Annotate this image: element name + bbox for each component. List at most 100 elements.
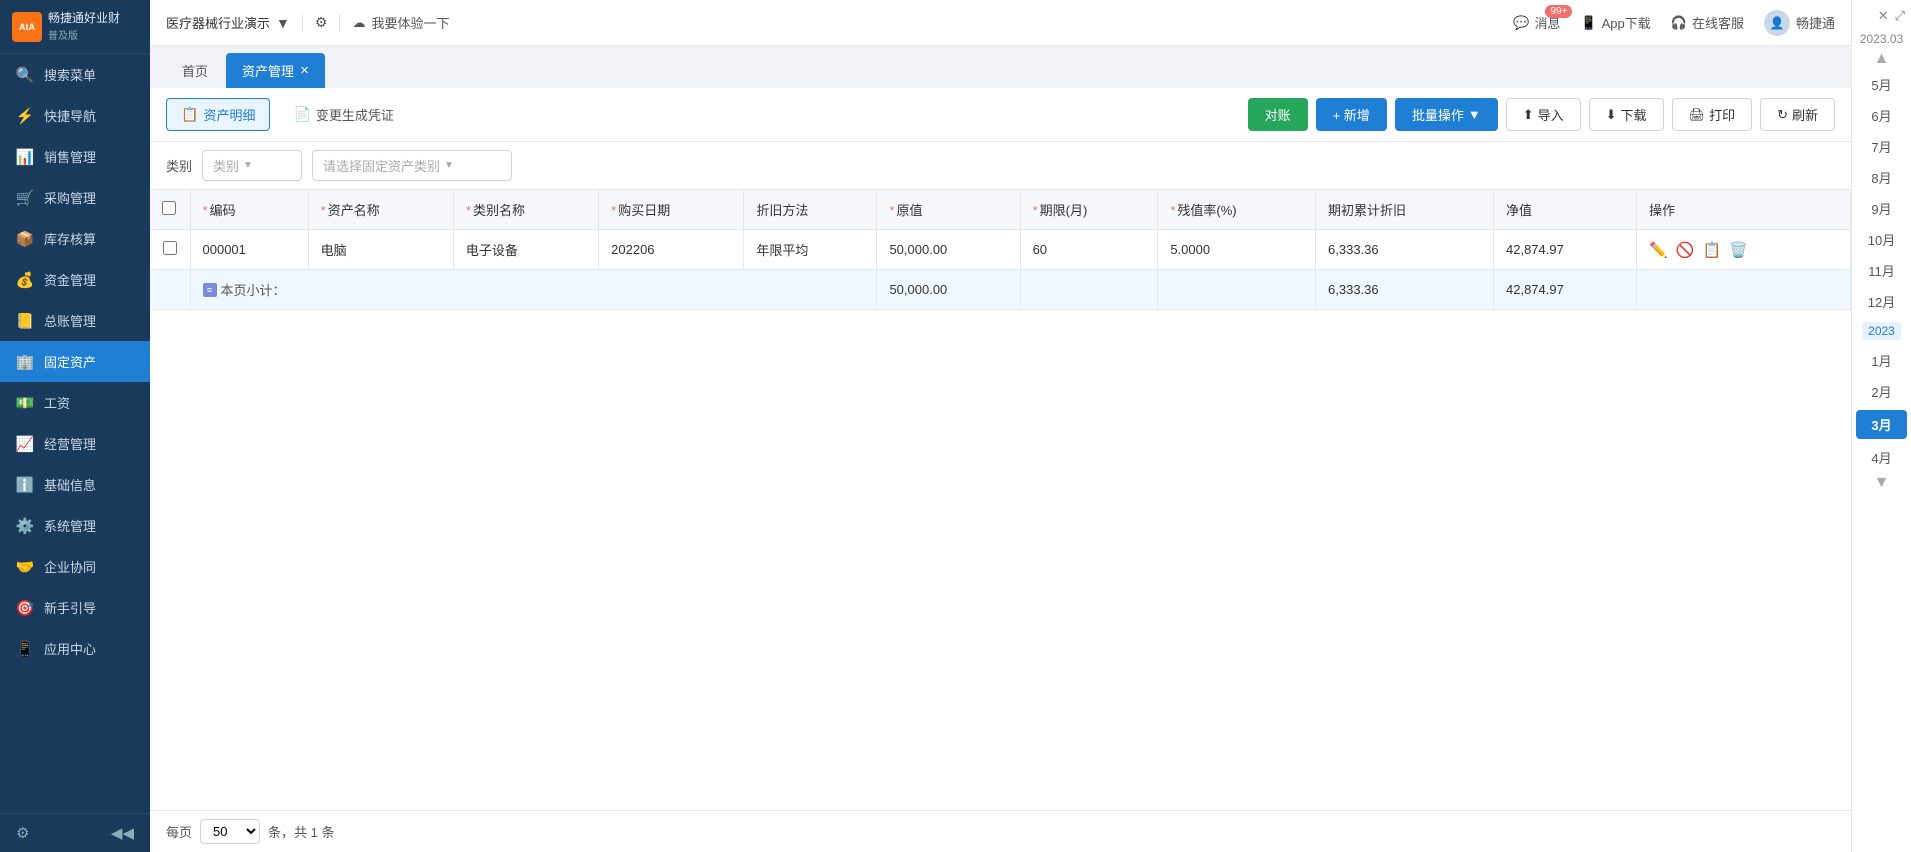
sidebar-item-label: 固定资产 <box>44 352 96 371</box>
sidebar-item-system[interactable]: ⚙️ 系统管理 <box>0 505 150 546</box>
sidebar-item-basic-info[interactable]: ℹ️ 基础信息 <box>0 464 150 505</box>
calendar-month-10[interactable]: 10月 <box>1852 225 1911 254</box>
calendar-month-9[interactable]: 9月 <box>1852 194 1911 223</box>
settings-icon[interactable]: ⚙ <box>16 824 29 842</box>
subtotal-label: 本页小计： <box>221 280 286 299</box>
sidebar-item-operations[interactable]: 📈 经营管理 <box>0 423 150 464</box>
sidebar-item-label: 工资 <box>44 393 70 412</box>
reconcile-button[interactable]: 对账 <box>1248 98 1308 131</box>
subtotal-label-cell: ≡ 本页小计： <box>190 270 877 310</box>
topbar-right: 💬 消息 99+ 📱 App下载 🎧 在线客服 👤 畅捷通 <box>1513 10 1835 36</box>
calendar-month-6[interactable]: 6月 <box>1852 101 1911 130</box>
row-net-value: 42,874.97 <box>1494 230 1637 270</box>
sidebar-item-label: 系统管理 <box>44 516 96 535</box>
download-button[interactable]: ⬇ 下载 <box>1589 98 1664 131</box>
category-select-placeholder: 类别 <box>213 156 239 175</box>
calendar-down-nav[interactable]: ▼ <box>1874 474 1890 492</box>
asset-table: *编码 *资产名称 *类别名称 *购买日期 折旧方法 *原值 *期限(月) *残… <box>150 190 1851 310</box>
close-panel-icon[interactable]: ✕ <box>1878 8 1889 24</box>
delete-icon[interactable]: 🗑️ <box>1729 241 1748 259</box>
table-container: *编码 *资产名称 *类别名称 *购买日期 折旧方法 *原值 *期限(月) *残… <box>150 190 1851 810</box>
enterprise-icon: 🤝 <box>16 558 34 576</box>
th-initial-depreciation: 期初累计折旧 <box>1316 190 1494 230</box>
calendar-month-12[interactable]: 12月 <box>1852 287 1911 316</box>
company-selector[interactable]: 医疗器械行业演示 ▼ <box>166 13 290 32</box>
logo-icon: AtA <box>12 12 42 42</box>
per-page-label: 每页 <box>166 822 192 841</box>
table-row: 000001 电脑 电子设备 202206 年限平均 50,000.00 60 … <box>150 230 1851 270</box>
gear-icon[interactable]: ⚙ <box>315 14 328 31</box>
per-page-select[interactable]: 50 100 200 <box>200 819 260 844</box>
collapse-icon[interactable]: ◀◀ <box>111 824 134 842</box>
sidebar-item-purchase[interactable]: 🛒 采购管理 <box>0 177 150 218</box>
category-select[interactable]: 类别 ▼ <box>202 150 302 181</box>
quicknav-icon: ⚡ <box>16 107 34 125</box>
calendar-month-1[interactable]: 1月 <box>1852 346 1911 375</box>
sidebar-item-label: 应用中心 <box>44 639 96 658</box>
sidebar-item-payroll[interactable]: 💵 工资 <box>0 382 150 423</box>
page-toolbar: 📋 资产明细 📄 变更生成凭证 对账 + 新增 批量操作 ▼ ⬆ <box>150 88 1851 142</box>
service-label: 在线客服 <box>1692 13 1744 32</box>
capital-icon: 💰 <box>16 271 34 289</box>
sub-tab-asset-detail[interactable]: 📋 资产明细 <box>166 98 270 131</box>
select-all-checkbox[interactable] <box>162 201 176 215</box>
experience-btn[interactable]: ☁ 我要体验一下 <box>352 13 449 32</box>
sidebar-item-enterprise[interactable]: 🤝 企业协同 <box>0 546 150 587</box>
username: 畅捷通 <box>1796 13 1835 32</box>
refresh-label: 刷新 <box>1792 105 1818 124</box>
calendar-month-7[interactable]: 7月 <box>1852 132 1911 161</box>
calendar-month-11[interactable]: 11月 <box>1852 256 1911 285</box>
input-chevron: ▼ <box>444 160 454 171</box>
sidebar-item-fixed-assets[interactable]: 🏢 固定资产 <box>0 341 150 382</box>
panel-controls: ✕ ⤢ <box>1852 8 1911 28</box>
sub-tab-change-voucher[interactable]: 📄 变更生成凭证 <box>278 98 408 131</box>
tabbar: 首页 资产管理 ✕ <box>150 46 1851 88</box>
tab-close-icon[interactable]: ✕ <box>300 64 309 77</box>
experience-label: 我要体验一下 <box>371 13 449 32</box>
select-chevron: ▼ <box>243 160 253 171</box>
tab-asset-management[interactable]: 资产管理 ✕ <box>226 53 325 88</box>
expand-panel-icon[interactable]: ⤢ <box>1895 8 1905 24</box>
th-category: *类别名称 <box>453 190 598 230</box>
messages-btn[interactable]: 💬 消息 99+ <box>1513 13 1560 32</box>
user-menu[interactable]: 👤 畅捷通 <box>1764 10 1835 36</box>
edit-icon[interactable]: ✏️ <box>1649 241 1668 259</box>
row-code: 000001 <box>190 230 308 270</box>
online-service-btn[interactable]: 🎧 在线客服 <box>1671 13 1744 32</box>
import-button[interactable]: ⬆ 导入 <box>1506 98 1581 131</box>
basic-info-icon: ℹ️ <box>16 476 34 494</box>
sales-icon: 📊 <box>16 148 34 166</box>
disable-icon[interactable]: 🚫 <box>1676 241 1695 259</box>
message-icon: 💬 <box>1513 15 1529 31</box>
print-button[interactable]: 🖨 打印 <box>1672 98 1753 131</box>
calendar-month-4[interactable]: 4月 <box>1852 443 1911 472</box>
sidebar-item-ledger[interactable]: 📒 总账管理 <box>0 300 150 341</box>
row-checkbox[interactable] <box>163 241 177 255</box>
category-input[interactable]: 请选择固定资产类别 ▼ <box>312 150 512 181</box>
payroll-icon: 💵 <box>16 394 34 412</box>
calendar-month-3-current[interactable]: 3月 <box>1856 410 1907 439</box>
subtotal-icon: ≡ <box>203 283 217 297</box>
calendar-month-5[interactable]: 5月 <box>1852 70 1911 99</box>
calendar-up-nav[interactable]: ▲ <box>1874 50 1890 68</box>
refresh-button[interactable]: ↻ 刷新 <box>1760 98 1835 131</box>
table-icon: 📋 <box>181 106 198 123</box>
sidebar-item-capital[interactable]: 💰 资金管理 <box>0 259 150 300</box>
search-icon: 🔍 <box>16 66 34 84</box>
sidebar-item-guide[interactable]: 🎯 新手引导 <box>0 587 150 628</box>
row-residual-rate: 5.0000 <box>1158 230 1316 270</box>
sidebar-item-sales[interactable]: 📊 销售管理 <box>0 136 150 177</box>
sidebar-item-inventory[interactable]: 📦 库存核算 <box>0 218 150 259</box>
tab-home[interactable]: 首页 <box>166 53 224 88</box>
copy-icon[interactable]: 📋 <box>1703 241 1722 259</box>
new-button[interactable]: + 新增 <box>1316 98 1387 131</box>
sidebar-item-app-center[interactable]: 📱 应用中心 <box>0 628 150 669</box>
sidebar-item-search[interactable]: 🔍 搜索菜单 <box>0 54 150 95</box>
th-depreciation-method: 折旧方法 <box>744 190 877 230</box>
app-download-btn[interactable]: 📱 App下载 <box>1580 13 1650 32</box>
calendar-month-8[interactable]: 8月 <box>1852 163 1911 192</box>
calendar-month-2[interactable]: 2月 <box>1852 377 1911 406</box>
import-label: 导入 <box>1538 105 1564 124</box>
sidebar-item-quick-nav[interactable]: ⚡ 快捷导航 <box>0 95 150 136</box>
batch-button[interactable]: 批量操作 ▼ <box>1395 98 1498 131</box>
